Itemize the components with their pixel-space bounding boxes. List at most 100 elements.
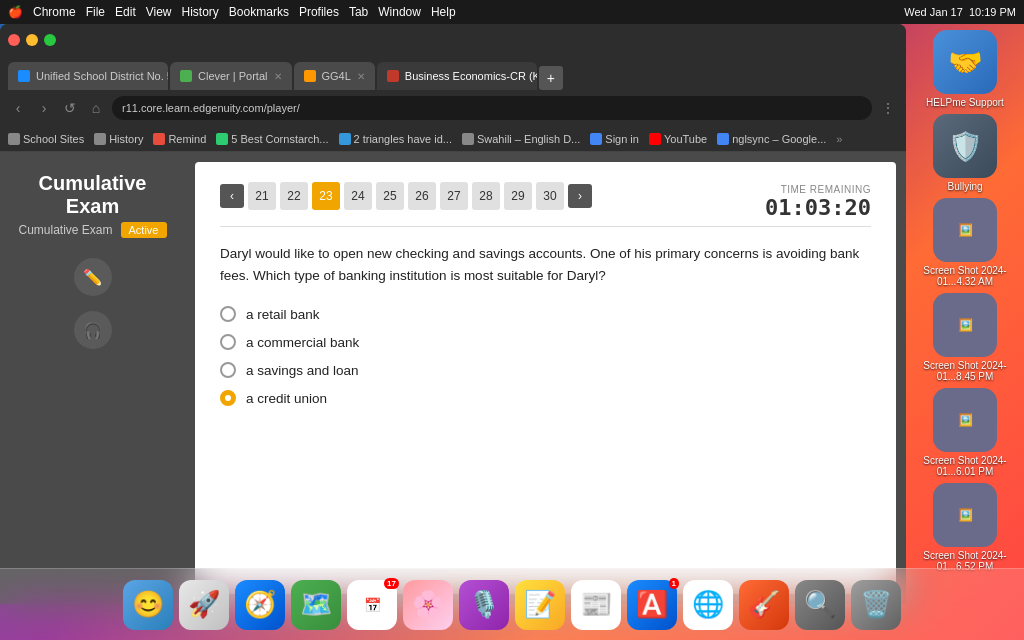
answer-option-a[interactable]: a retail bank [220,306,871,322]
bookmark-history[interactable]: History [94,133,143,145]
desktop-icon-helpme[interactable]: 🤝 HELPme Support [915,30,1015,108]
radio-a[interactable] [220,306,236,322]
dock-trash[interactable]: 🗑️ [851,580,901,630]
bookmark-nglsync[interactable]: nglsync – Google... [717,133,826,145]
q-num-27[interactable]: 27 [440,182,468,210]
time-label: TIME REMAINING [765,184,871,195]
dock-maps[interactable]: 🗺️ [291,580,341,630]
prev-question-button[interactable]: ‹ [220,184,244,208]
answer-label-a: a retail bank [246,307,320,322]
bookmark-swahili[interactable]: Swahili – English D... [462,133,580,145]
menu-chrome[interactable]: Chrome [33,5,76,19]
q-num-21[interactable]: 21 [248,182,276,210]
menu-history[interactable]: History [182,5,219,19]
apple-menu[interactable]: 🍎 [8,5,23,19]
q-num-29[interactable]: 29 [504,182,532,210]
next-question-button[interactable]: › [568,184,592,208]
exam-subtitle: Cumulative Exam [19,223,113,237]
q-num-24[interactable]: 24 [344,182,372,210]
desktop-icon-bullying[interactable]: 🛡️ Bullying [915,114,1015,192]
tab-gg4l[interactable]: GG4L ✕ [294,62,375,90]
dock-calendar[interactable]: 📅 17 [347,580,397,630]
q-num-26[interactable]: 26 [408,182,436,210]
q-num-22[interactable]: 22 [280,182,308,210]
menu-tab[interactable]: Tab [349,5,368,19]
bookmark-triangles[interactable]: 2 triangles have id... [339,133,452,145]
tab-clever[interactable]: Clever | Portal ✕ [170,62,292,90]
menu-bookmarks[interactable]: Bookmarks [229,5,289,19]
dock-launchpad[interactable]: 🚀 [179,580,229,630]
menu-edit[interactable]: Edit [115,5,136,19]
desktop-icon-screenshot3[interactable]: 🖼️ Screen Shot 2024-01...6.01 PM [915,388,1015,477]
q-num-23[interactable]: 23 [312,182,340,210]
time-value: 01:03:20 [765,195,871,220]
answer-label-d: a credit union [246,391,327,406]
dock-appstore[interactable]: 🅰️ 1 [627,580,677,630]
menu-window[interactable]: Window [378,5,421,19]
dock-safari[interactable]: 🧭 [235,580,285,630]
browser-window: Unified School District No. 5... ✕ Cleve… [0,24,906,604]
bookmark-remind[interactable]: Remind [153,133,206,145]
radio-b[interactable] [220,334,236,350]
desktop-icon-helpme-label: HELPme Support [926,97,1004,108]
bookmark-youtube[interactable]: YouTube [649,133,707,145]
desktop-icon-screenshot2-label: Screen Shot 2024-01...8.45 PM [915,360,1015,382]
desktop-icon-screenshot2[interactable]: 🖼️ Screen Shot 2024-01...8.45 PM [915,293,1015,382]
maximize-button[interactable] [44,34,56,46]
tab-school-district[interactable]: Unified School District No. 5... ✕ [8,62,168,90]
left-sidebar: Cumulative Exam Cumulative Exam Active ✏… [0,152,185,604]
new-tab-button[interactable]: + [539,66,563,90]
dock-garageband[interactable]: 🎸 [739,580,789,630]
forward-button[interactable]: › [34,98,54,118]
dock-preview[interactable]: 🔍 [795,580,845,630]
q-num-30[interactable]: 30 [536,182,564,210]
menu-help[interactable]: Help [431,5,456,19]
close-button[interactable] [8,34,20,46]
url-input[interactable]: r11.core.learn.edgenuity.com/player/ [112,96,872,120]
answer-option-d[interactable]: a credit union [220,390,871,406]
q-num-25[interactable]: 25 [376,182,404,210]
radio-d[interactable] [220,390,236,406]
menu-bar: 🍎 Chrome File Edit View History Bookmark… [0,0,1024,24]
bookmark-school-sites[interactable]: School Sites [8,133,84,145]
dock-chrome[interactable]: 🌐 [683,580,733,630]
radio-c[interactable] [220,362,236,378]
dock-notes[interactable]: 📝 [515,580,565,630]
active-badge: Active [121,222,167,238]
answer-label-c: a savings and loan [246,363,359,378]
close-tab-3[interactable]: ✕ [357,71,365,82]
pencil-icon-button[interactable]: ✏️ [74,258,112,296]
bookmark-cornstarch[interactable]: 5 Best Cornstarch... [216,133,328,145]
url-text: r11.core.learn.edgenuity.com/player/ [122,102,300,114]
exam-title: Cumulative Exam [10,172,175,218]
answer-option-c[interactable]: a savings and loan [220,362,871,378]
q-num-28[interactable]: 28 [472,182,500,210]
question-panel: ‹ 21 22 23 24 25 26 27 28 29 30 › TIME R… [195,162,896,594]
dock-podcasts[interactable]: 🎙️ [459,580,509,630]
bookmark-signin[interactable]: Sign in [590,133,639,145]
minimize-button[interactable] [26,34,38,46]
reload-button[interactable]: ↺ [60,98,80,118]
home-button[interactable]: ⌂ [86,98,106,118]
extensions-button[interactable]: ⋮ [878,98,898,118]
desktop-icon-screenshot4[interactable]: 🖼️ Screen Shot 2024-01...6.52 PM [915,483,1015,572]
more-bookmarks[interactable]: » [836,133,842,145]
dock-news[interactable]: 📰 [571,580,621,630]
menu-bar-right: Wed Jan 17 10:19 PM [904,0,1016,24]
menu-bar-left: 🍎 Chrome File Edit View History Bookmark… [8,5,456,19]
back-button[interactable]: ‹ [8,98,28,118]
dock-photos[interactable]: 🌸 [403,580,453,630]
headphones-icon-button[interactable]: 🎧 [74,311,112,349]
menu-profiles[interactable]: Profiles [299,5,339,19]
answer-option-b[interactable]: a commercial bank [220,334,871,350]
dock-finder[interactable]: 😊 [123,580,173,630]
menu-datetime: Wed Jan 17 10:19 PM [904,6,1016,18]
menu-file[interactable]: File [86,5,105,19]
menu-view[interactable]: View [146,5,172,19]
answer-label-b: a commercial bank [246,335,359,350]
close-tab-2[interactable]: ✕ [274,71,282,82]
dock: 😊 🚀 🧭 🗺️ 📅 17 🌸 🎙️ 📝 📰 🅰️ 1 🌐 🎸 🔍 🗑️ [0,568,1024,640]
tab-business-econ[interactable]: Business Economics-CR (KC... ✕ [377,62,537,90]
desktop-icon-screenshot1[interactable]: 🖼️ Screen Shot 2024-01...4.32 AM [915,198,1015,287]
question-nav-row: ‹ 21 22 23 24 25 26 27 28 29 30 › TIME R… [220,182,871,222]
